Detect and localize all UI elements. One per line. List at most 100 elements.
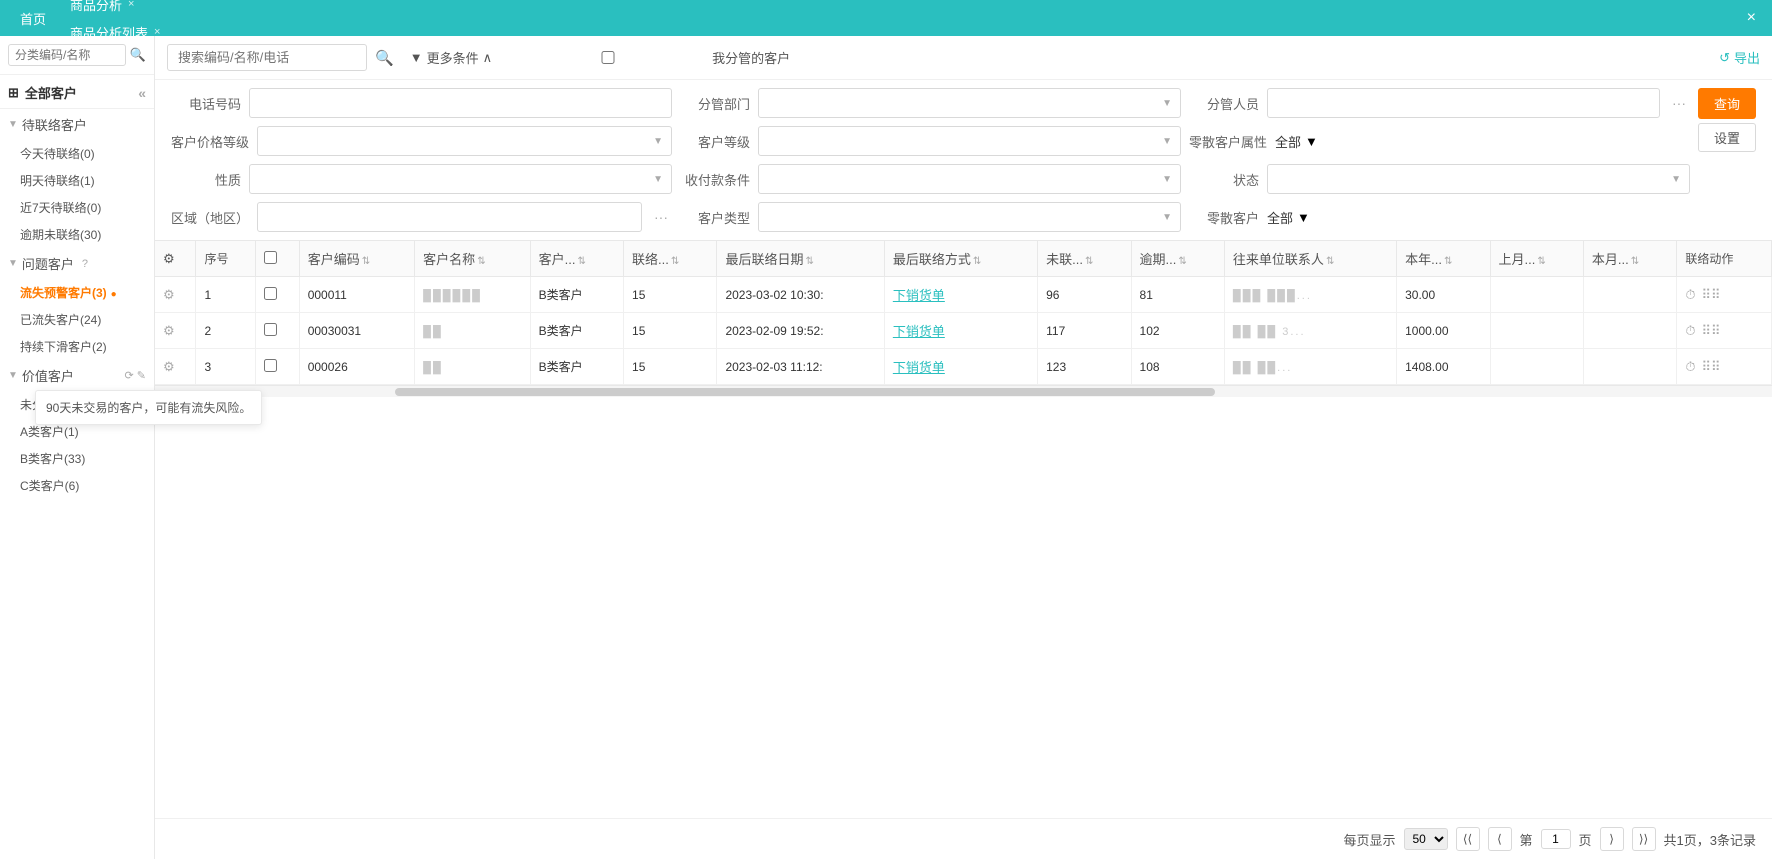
sidebar-item-0-1[interactable]: 明天待联络(1)	[0, 167, 154, 194]
row-settings[interactable]: ⚙	[155, 313, 196, 349]
action-more-icon[interactable]: ⠿⠿	[1701, 359, 1720, 374]
filter-person: 分管人员 ···	[1189, 88, 1690, 118]
col-header-lastContactDate[interactable]: 最后联络日期⇅	[717, 241, 884, 277]
sidebar-item-1-2[interactable]: 持续下滑客户(2)	[0, 333, 154, 360]
settings-column-header[interactable]: ⚙	[155, 241, 196, 277]
export-button[interactable]: ↺ 导出	[1719, 48, 1760, 67]
row-last-contact-way[interactable]: 下销货单	[884, 313, 1037, 349]
query-button[interactable]: 查询	[1698, 88, 1756, 119]
col-header-contact[interactable]: 联络...⇅	[624, 241, 717, 277]
sidebar-group-0[interactable]: ▼待联络客户	[0, 109, 154, 140]
next-page-button[interactable]: ⟩	[1600, 827, 1624, 851]
nav-tab-商品分析[interactable]: 商品分析×	[58, 0, 172, 18]
price-level-select[interactable]: ▼	[257, 126, 672, 156]
col-header-type[interactable]: 客户...⇅	[530, 241, 623, 277]
checkbox-column-header[interactable]	[256, 241, 300, 277]
sidebar-item-0-3[interactable]: 逾期未联络(30)	[0, 221, 154, 248]
customer-type-select[interactable]: ▼	[758, 202, 1181, 232]
row-overdue: 108	[1131, 349, 1224, 385]
page-number-input[interactable]	[1541, 829, 1571, 849]
col-header-code[interactable]: 客户编码⇅	[299, 241, 414, 277]
payment-select[interactable]: ▼	[758, 164, 1181, 194]
sort-icon-type: ⇅	[577, 256, 585, 267]
col-header-thisMonth[interactable]: 本月...⇅	[1583, 241, 1676, 277]
per-page-select[interactable]: 50	[1404, 828, 1448, 850]
sort-icon-unitContact: ⇅	[1326, 256, 1334, 267]
retail-customer-select[interactable]: 全部 ▼	[1267, 208, 1690, 227]
row-checkbox-cell[interactable]	[256, 277, 300, 313]
close-all-button[interactable]: ×	[1739, 9, 1764, 27]
sidebar-group-1[interactable]: ▼问题客户?	[0, 248, 154, 279]
action-more-icon[interactable]: ⠿⠿	[1701, 287, 1720, 302]
group-action-icons[interactable]: ⟳ ✎	[125, 369, 147, 382]
last-page-button[interactable]: ⟩⟩	[1632, 827, 1656, 851]
row-last-contact-way[interactable]: 下销货单	[884, 277, 1037, 313]
phone-input[interactable]	[249, 88, 672, 118]
row-settings-icon[interactable]: ⚙	[163, 323, 175, 338]
person-select[interactable]	[1267, 88, 1660, 118]
prev-page-button[interactable]: ⟨	[1488, 827, 1512, 851]
row-settings-icon[interactable]: ⚙	[163, 359, 175, 374]
col-header-name[interactable]: 客户名称⇅	[415, 241, 530, 277]
sidebar-item-0-2[interactable]: 近7天待联络(0)	[0, 194, 154, 221]
sidebar-group-2[interactable]: ▼价值客户⟳ ✎	[0, 360, 154, 391]
settings-button[interactable]: 设置	[1698, 123, 1756, 152]
collapse-button[interactable]: «	[138, 85, 146, 101]
filter-customer-level: 客户等级 ▼	[680, 126, 1181, 156]
col-header-thisYear[interactable]: 本年...⇅	[1397, 241, 1490, 277]
region-more[interactable]: ···	[650, 209, 672, 225]
row-unit-contact: ██ ██ 3...	[1224, 313, 1396, 349]
all-customers-label[interactable]: 全部客户	[25, 83, 77, 102]
row-last-contact-way[interactable]: 下销货单	[884, 349, 1037, 385]
row-settings-icon[interactable]: ⚙	[163, 287, 175, 302]
search-input[interactable]	[167, 44, 367, 71]
nature-select[interactable]: ▼	[249, 164, 672, 194]
row-checkbox[interactable]	[264, 359, 277, 372]
first-page-button[interactable]: ⟨⟨	[1456, 827, 1480, 851]
col-header-unitContact[interactable]: 往来单位联系人⇅	[1224, 241, 1396, 277]
row-actions[interactable]: ⏱ ⠿⠿	[1677, 277, 1772, 313]
row-actions[interactable]: ⏱ ⠿⠿	[1677, 349, 1772, 385]
row-settings[interactable]: ⚙	[155, 349, 196, 385]
select-all-checkbox[interactable]	[264, 251, 277, 264]
more-filter-button[interactable]: ▼ 更多条件 ∧	[402, 44, 500, 71]
col-header-lastMonth[interactable]: 上月...⇅	[1490, 241, 1583, 277]
row-checkbox-cell[interactable]	[256, 313, 300, 349]
settings-icon[interactable]: ⚙	[163, 251, 175, 266]
region-select[interactable]	[257, 202, 642, 232]
scroll-thumb[interactable]	[395, 388, 1215, 396]
scroll-track[interactable]	[155, 385, 1772, 397]
contact-way-link[interactable]: 下销货单	[893, 324, 945, 339]
tab-close-icon[interactable]: ×	[128, 0, 134, 10]
action-clock-icon[interactable]: ⏱	[1685, 359, 1695, 374]
sidebar-item-2-3[interactable]: C类客户(6)	[0, 472, 154, 499]
action-more-icon[interactable]: ⠿⠿	[1701, 323, 1720, 338]
status-select[interactable]: ▼	[1267, 164, 1690, 194]
my-customers-checkbox-label[interactable]: 我分管的客户	[508, 48, 790, 67]
action-clock-icon[interactable]: ⏱	[1685, 287, 1695, 302]
col-header-overdue[interactable]: 逾期...⇅	[1131, 241, 1224, 277]
row-actions[interactable]: ⏱ ⠿⠿	[1677, 313, 1772, 349]
row-settings[interactable]: ⚙	[155, 277, 196, 313]
group-help-icon[interactable]: ?	[82, 258, 88, 270]
sidebar-item-0-0[interactable]: 今天待联络(0)	[0, 140, 154, 167]
col-header-lastContactWay[interactable]: 最后联络方式⇅	[884, 241, 1037, 277]
my-customers-checkbox[interactable]	[508, 51, 708, 64]
row-checkbox-cell[interactable]	[256, 349, 300, 385]
contact-way-link[interactable]: 下销货单	[893, 288, 945, 303]
contact-way-link[interactable]: 下销货单	[893, 360, 945, 375]
sidebar-search-input[interactable]	[8, 44, 126, 66]
col-header-uncontact[interactable]: 未联...⇅	[1038, 241, 1131, 277]
row-checkbox[interactable]	[264, 323, 277, 336]
dept-select[interactable]: ▼	[758, 88, 1181, 118]
home-tab[interactable]: 首页	[8, 9, 58, 28]
sidebar-item-1-0[interactable]: 流失预警客户(3)●	[0, 279, 154, 306]
sidebar-item-1-1[interactable]: 已流失客户(24)	[0, 306, 154, 333]
row-checkbox[interactable]	[264, 287, 277, 300]
search-button[interactable]: 🔍	[375, 49, 394, 67]
retail-attr-select[interactable]: 全部 ▼	[1275, 132, 1690, 151]
sidebar-item-2-2[interactable]: B类客户(33)	[0, 445, 154, 472]
person-more[interactable]: ···	[1668, 95, 1690, 111]
action-clock-icon[interactable]: ⏱	[1685, 323, 1695, 338]
customer-level-select[interactable]: ▼	[758, 126, 1181, 156]
